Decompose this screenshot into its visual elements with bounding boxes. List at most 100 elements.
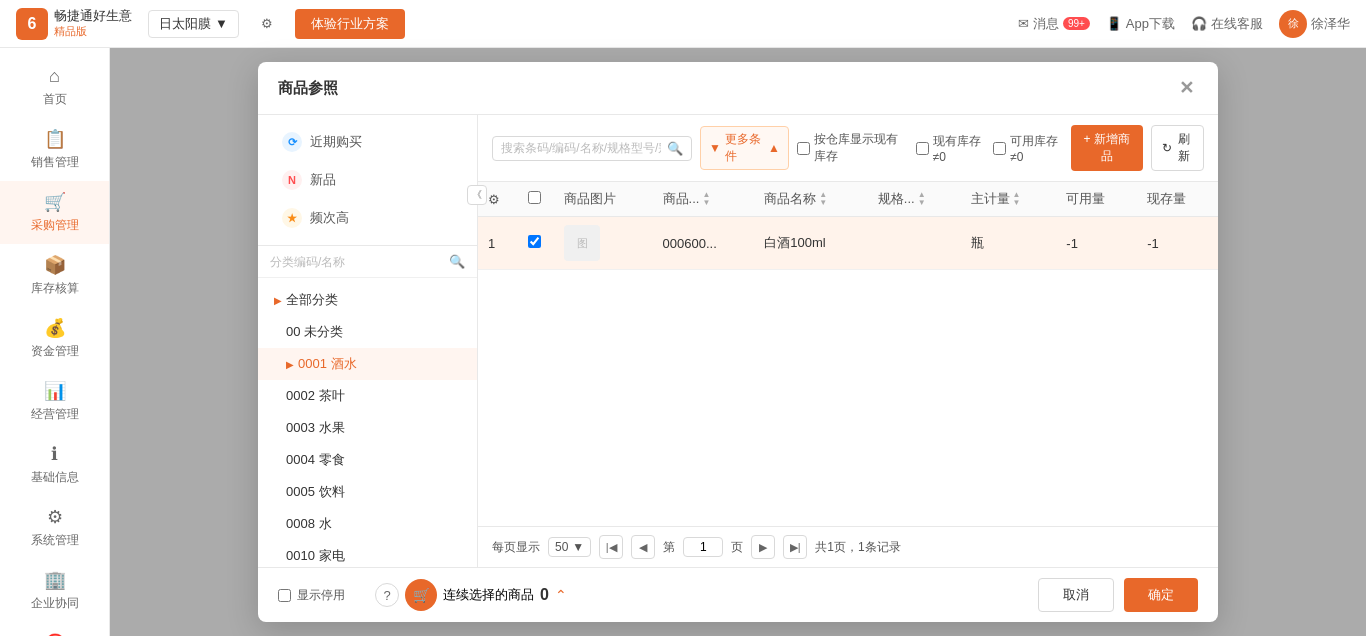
home-icon: ⌂ (49, 66, 60, 87)
th-stock: 现存量 (1137, 182, 1218, 217)
sidebar-item-inventory[interactable]: 📦 库存核算 (0, 244, 109, 307)
sidebar-item-system[interactable]: ⚙ 系统管理 (0, 496, 109, 559)
cat-label-0003: 0003 水果 (286, 419, 345, 437)
display-disabled-label[interactable]: 显示停用 (278, 587, 345, 604)
cancel-button[interactable]: 取消 (1038, 578, 1114, 612)
checkbox-warehouse-filter[interactable]: 按仓库显示现有库存 (797, 131, 908, 165)
confirm-button[interactable]: 确定 (1124, 578, 1198, 612)
cat-label-all: 全部分类 (286, 291, 338, 309)
display-disabled-text: 显示停用 (297, 587, 345, 604)
sidebar-item-basic[interactable]: ℹ 基础信息 (0, 433, 109, 496)
page-number-input[interactable] (683, 537, 723, 557)
cart-count: 0 (540, 586, 549, 604)
th-name[interactable]: 商品名称 ▲▼ (754, 182, 868, 217)
add-product-button[interactable]: + 新增商品 (1071, 125, 1143, 171)
sidebar-item-finance[interactable]: 💰 资金管理 (0, 307, 109, 370)
th-check (518, 182, 554, 217)
table-settings-icon[interactable]: ⚙ (488, 192, 500, 207)
checkbox-usable-label: 可用库存≠0 (1010, 133, 1062, 164)
first-page-button[interactable]: |◀ (599, 535, 623, 559)
total-info: 共1页，1条记录 (815, 539, 900, 556)
footer-left: 显示停用 (278, 587, 345, 604)
th-spec[interactable]: 规格... ▲▼ (868, 182, 961, 217)
user-profile[interactable]: 徐 徐泽华 (1279, 10, 1350, 38)
pagination-bar: 每页显示 50 ▼ |◀ ◀ 第 页 ▶ ▶| 共 (478, 526, 1218, 567)
checkbox-usable-filter[interactable]: 可用库存≠0 (993, 133, 1062, 164)
modal-overlay: 商品参照 ✕ ⟳ 近期购买 N (110, 48, 1366, 636)
sidebar-item-enterprise[interactable]: 🏢 企业协同 (0, 559, 109, 622)
collapse-arrow-icon[interactable]: ⌃ (555, 587, 567, 603)
cat-item-all[interactable]: ▶ 全部分类 (258, 284, 477, 316)
cat-item-0002[interactable]: 0002 茶叶 (258, 380, 477, 412)
sales-icon: 📋 (44, 128, 66, 150)
filter-btn-label: 更多条件 (725, 131, 764, 165)
last-page-button[interactable]: ▶| (783, 535, 807, 559)
quick-access-freq[interactable]: ★ 频次高 (270, 201, 465, 235)
cell-code: 000600... (653, 217, 755, 270)
sidebar-item-guide[interactable]: 🎯 新手引导 (0, 622, 109, 636)
cat-item-00[interactable]: 00 未分类 (258, 316, 477, 348)
sidebar-item-purchase[interactable]: 🛒 采购管理 (0, 181, 109, 244)
checkbox-usable-input[interactable] (993, 142, 1006, 155)
cat-item-0001[interactable]: ▶ 0001 酒水 (258, 348, 477, 380)
search-icon[interactable]: 🔍 (667, 141, 683, 156)
th-image: 商品图片 (554, 182, 653, 217)
checkbox-available-input[interactable] (916, 142, 929, 155)
cat-item-0008[interactable]: 0008 水 (258, 508, 477, 540)
th-available: 可用量 (1056, 182, 1137, 217)
display-disabled-checkbox[interactable] (278, 589, 291, 602)
modal-close-button[interactable]: ✕ (1174, 76, 1198, 100)
checkbox-warehouse-input[interactable] (797, 142, 810, 155)
cat-label-0008: 0008 水 (286, 515, 332, 533)
category-search-icon[interactable]: 🔍 (449, 254, 465, 269)
prev-page-button[interactable]: ◀ (631, 535, 655, 559)
nav-dropdown[interactable]: 日太阳膜 ▼ (148, 10, 239, 38)
finance-icon: 💰 (44, 317, 66, 339)
page-size-value: 50 (555, 540, 568, 554)
th-unit[interactable]: 主计量 ▲▼ (961, 182, 1057, 217)
sidebar-item-sales[interactable]: 📋 销售管理 (0, 118, 109, 181)
filter-btn[interactable]: ▼ 更多条件 ▲ (700, 126, 789, 170)
online-service-item[interactable]: 🎧 在线客服 (1191, 15, 1263, 33)
quick-access-recent[interactable]: ⟳ 近期购买 (270, 125, 465, 159)
sidebar-label-sales: 销售管理 (31, 154, 79, 171)
modal-footer: 显示停用 ? 🛒 连续选择的商品 0 ⌃ 取消 确定 (258, 567, 1218, 622)
sidebar-label-finance: 资金管理 (31, 343, 79, 360)
cat-item-0005[interactable]: 0005 饮料 (258, 476, 477, 508)
cell-spec (868, 217, 961, 270)
message-item[interactable]: ✉ 消息 99+ (1018, 15, 1090, 33)
th-code[interactable]: 商品... ▲▼ (653, 182, 755, 217)
refresh-button[interactable]: ↻ 刷新 (1151, 125, 1204, 171)
cat-item-0003[interactable]: 0003 水果 (258, 412, 477, 444)
cat-item-0004[interactable]: 0004 零食 (258, 444, 477, 476)
table-row[interactable]: 1 图 000600... 白酒100ml (478, 217, 1218, 270)
product-search-input[interactable] (501, 141, 661, 155)
quick-access-new[interactable]: N 新品 (270, 163, 465, 197)
category-search-input[interactable] (270, 255, 443, 269)
app-download-item[interactable]: 📱 App下载 (1106, 15, 1175, 33)
page-size-select[interactable]: 50 ▼ (548, 537, 591, 557)
cell-stock: -1 (1137, 217, 1218, 270)
inventory-icon: 📦 (44, 254, 66, 276)
main-layout: ⌂ 首页 📋 销售管理 🛒 采购管理 📦 库存核算 💰 资金管理 📊 经营管理 … (0, 48, 1366, 636)
next-page-button[interactable]: ▶ (751, 535, 775, 559)
cart-icon-button[interactable]: 🛒 (405, 579, 437, 611)
row-checkbox[interactable] (528, 235, 541, 248)
cta-button[interactable]: 体验行业方案 (295, 9, 405, 39)
sidebar-item-home[interactable]: ⌂ 首页 (0, 56, 109, 118)
select-all-checkbox[interactable] (528, 191, 541, 204)
new-icon: N (282, 170, 302, 190)
gear-icon[interactable]: ⚙ (251, 8, 283, 40)
sidebar-item-operation[interactable]: 📊 经营管理 (0, 370, 109, 433)
collapse-panel-button[interactable]: 《 (467, 185, 487, 205)
sidebar-label-enterprise: 企业协同 (31, 595, 79, 612)
cat-item-0010[interactable]: 0010 家电 (258, 540, 477, 567)
checkbox-available-filter[interactable]: 现有库存≠0 (916, 133, 985, 164)
content-area: 商品参照 ✕ ⟳ 近期购买 N (110, 48, 1366, 636)
modal-right-panel: 🔍 ▼ 更多条件 ▲ 按仓库显示现有库存 (478, 115, 1218, 567)
help-icon[interactable]: ? (375, 583, 399, 607)
quick-access-freq-label: 频次高 (310, 209, 349, 227)
chevron-up-icon: ▲ (768, 141, 780, 155)
page-size-label: 每页显示 (492, 539, 540, 556)
table-header-row: ⚙ 商品图片 (478, 182, 1218, 217)
